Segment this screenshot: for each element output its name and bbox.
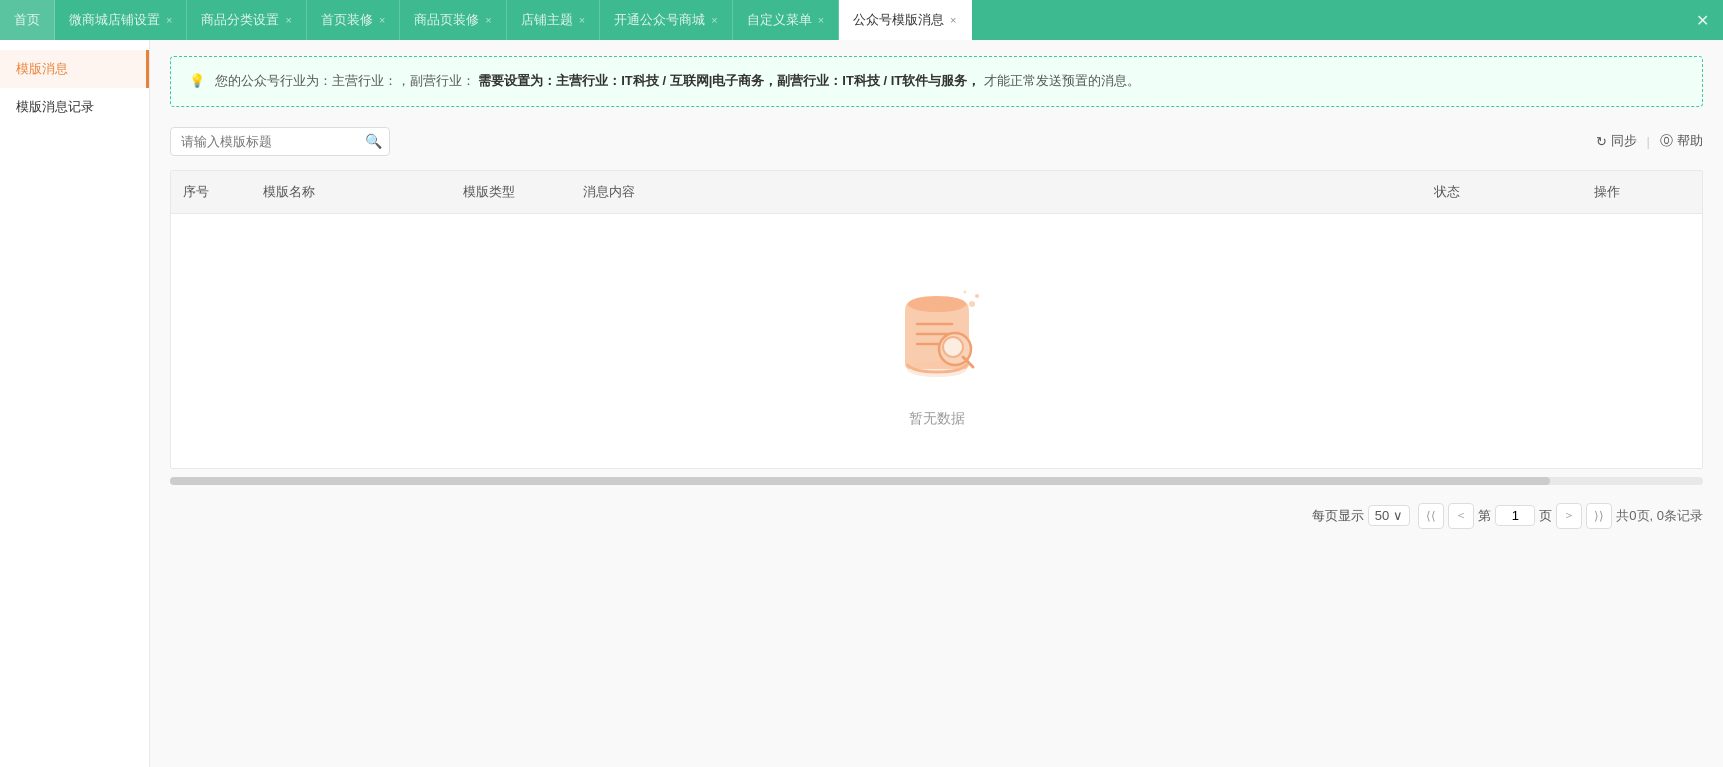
close-tab-home-decoration[interactable]: × (379, 14, 385, 26)
search-bar: 🔍 ↻ 同步 | ⓪ 帮助 (170, 127, 1703, 156)
search-input[interactable] (170, 127, 390, 156)
page-size-label: 每页显示 (1312, 507, 1364, 525)
page-size-dropdown[interactable]: 50 ∨ (1368, 505, 1410, 526)
tab-home[interactable]: 首页 (0, 0, 55, 40)
help-button[interactable]: ⓪ 帮助 (1660, 132, 1703, 150)
notice-highlight: 需要设置为：主营行业：IT科技 / 互联网|电子商务，副营行业：IT科技 / I… (478, 73, 980, 88)
close-tab-open-mall[interactable]: × (711, 14, 717, 26)
notice-icon: 💡 (189, 73, 205, 88)
empty-illustration (877, 274, 997, 394)
first-page-button[interactable]: ⟨⟨ (1418, 503, 1444, 529)
tab-bar: 首页 微商城店铺设置 × 商品分类设置 × 首页装修 × 商品页装修 × 店铺主… (0, 0, 1723, 40)
close-tab-template-msg[interactable]: × (950, 14, 956, 26)
tab-home-decoration[interactable]: 首页装修 × (307, 0, 400, 40)
svg-point-7 (969, 301, 975, 307)
tab-product-decoration[interactable]: 商品页装修 × (400, 0, 506, 40)
total-info: 共0页, 0条记录 (1616, 507, 1703, 525)
col-type: 模版类型 (451, 171, 571, 213)
tab-custom-menu[interactable]: 自定义菜单 × (733, 0, 839, 40)
sidebar-item-template-msg[interactable]: 模版消息 (0, 50, 149, 88)
search-input-wrap: 🔍 (170, 127, 390, 156)
table-header: 序号 模版名称 模版类型 消息内容 状态 操作 (171, 171, 1702, 214)
close-all-tabs[interactable]: ✕ (1682, 11, 1723, 30)
scrollbar-thumb[interactable] (170, 477, 1550, 485)
svg-point-9 (963, 290, 966, 293)
page-label-after: 页 (1539, 507, 1552, 525)
close-tab-shop-settings[interactable]: × (166, 14, 172, 26)
sync-icon: ↻ (1596, 134, 1607, 149)
tab-category-settings[interactable]: 商品分类设置 × (187, 0, 306, 40)
tab-open-mall[interactable]: 开通公众号商城 × (600, 0, 732, 40)
notice-prefix: 您的公众号行业为：主营行业：，副营行业： (215, 73, 475, 88)
toolbar-divider: | (1647, 134, 1650, 149)
close-tab-custom-menu[interactable]: × (818, 14, 824, 26)
page-navigation: ⟨⟨ ＜ 第 页 ＞ ⟩⟩ 共0页, 0条记录 (1418, 503, 1703, 529)
empty-state: 暂无数据 (171, 214, 1702, 468)
page-size-select: 每页显示 50 ∨ (1312, 505, 1410, 526)
next-page-button[interactable]: ＞ (1556, 503, 1582, 529)
col-content: 消息内容 (571, 171, 1422, 213)
sidebar: 模版消息 模版消息记录 (0, 40, 150, 767)
pagination: 每页显示 50 ∨ ⟨⟨ ＜ 第 页 ＞ ⟩⟩ 共0页, 0条记录 (170, 493, 1703, 533)
svg-point-5 (943, 337, 963, 357)
horizontal-scrollbar[interactable] (170, 477, 1703, 485)
main-layout: 模版消息 模版消息记录 💡 您的公众号行业为：主营行业：，副营行业： 需要设置为… (0, 40, 1723, 767)
tab-shop-settings[interactable]: 微商城店铺设置 × (55, 0, 187, 40)
sync-button[interactable]: ↻ 同步 (1596, 132, 1637, 150)
tab-store-theme[interactable]: 店铺主题 × (507, 0, 600, 40)
col-status: 状态 (1422, 171, 1582, 213)
svg-point-8 (975, 294, 979, 298)
toolbar-right: ↻ 同步 | ⓪ 帮助 (1596, 132, 1703, 150)
notice-banner: 💡 您的公众号行业为：主营行业：，副营行业： 需要设置为：主营行业：IT科技 /… (170, 56, 1703, 107)
sidebar-item-template-msg-log[interactable]: 模版消息记录 (0, 88, 149, 126)
chevron-down-icon: ∨ (1393, 508, 1403, 523)
last-page-button[interactable]: ⟩⟩ (1586, 503, 1612, 529)
tab-template-msg[interactable]: 公众号模版消息 × (839, 0, 971, 40)
search-icon[interactable]: 🔍 (365, 133, 382, 149)
close-tab-store-theme[interactable]: × (579, 14, 585, 26)
col-name: 模版名称 (251, 171, 451, 213)
page-label-before: 第 (1478, 507, 1491, 525)
page-number-input[interactable] (1495, 505, 1535, 526)
prev-page-button[interactable]: ＜ (1448, 503, 1474, 529)
close-tab-category-settings[interactable]: × (285, 14, 291, 26)
data-table: 序号 模版名称 模版类型 消息内容 状态 操作 (170, 170, 1703, 469)
empty-text: 暂无数据 (909, 410, 965, 428)
close-tab-product-decoration[interactable]: × (485, 14, 491, 26)
col-index: 序号 (171, 171, 251, 213)
help-icon: ⓪ (1660, 132, 1673, 150)
content-area: 💡 您的公众号行业为：主营行业：，副营行业： 需要设置为：主营行业：IT科技 /… (150, 40, 1723, 767)
notice-suffix: 才能正常发送预置的消息。 (984, 73, 1140, 88)
col-action: 操作 (1582, 171, 1702, 213)
